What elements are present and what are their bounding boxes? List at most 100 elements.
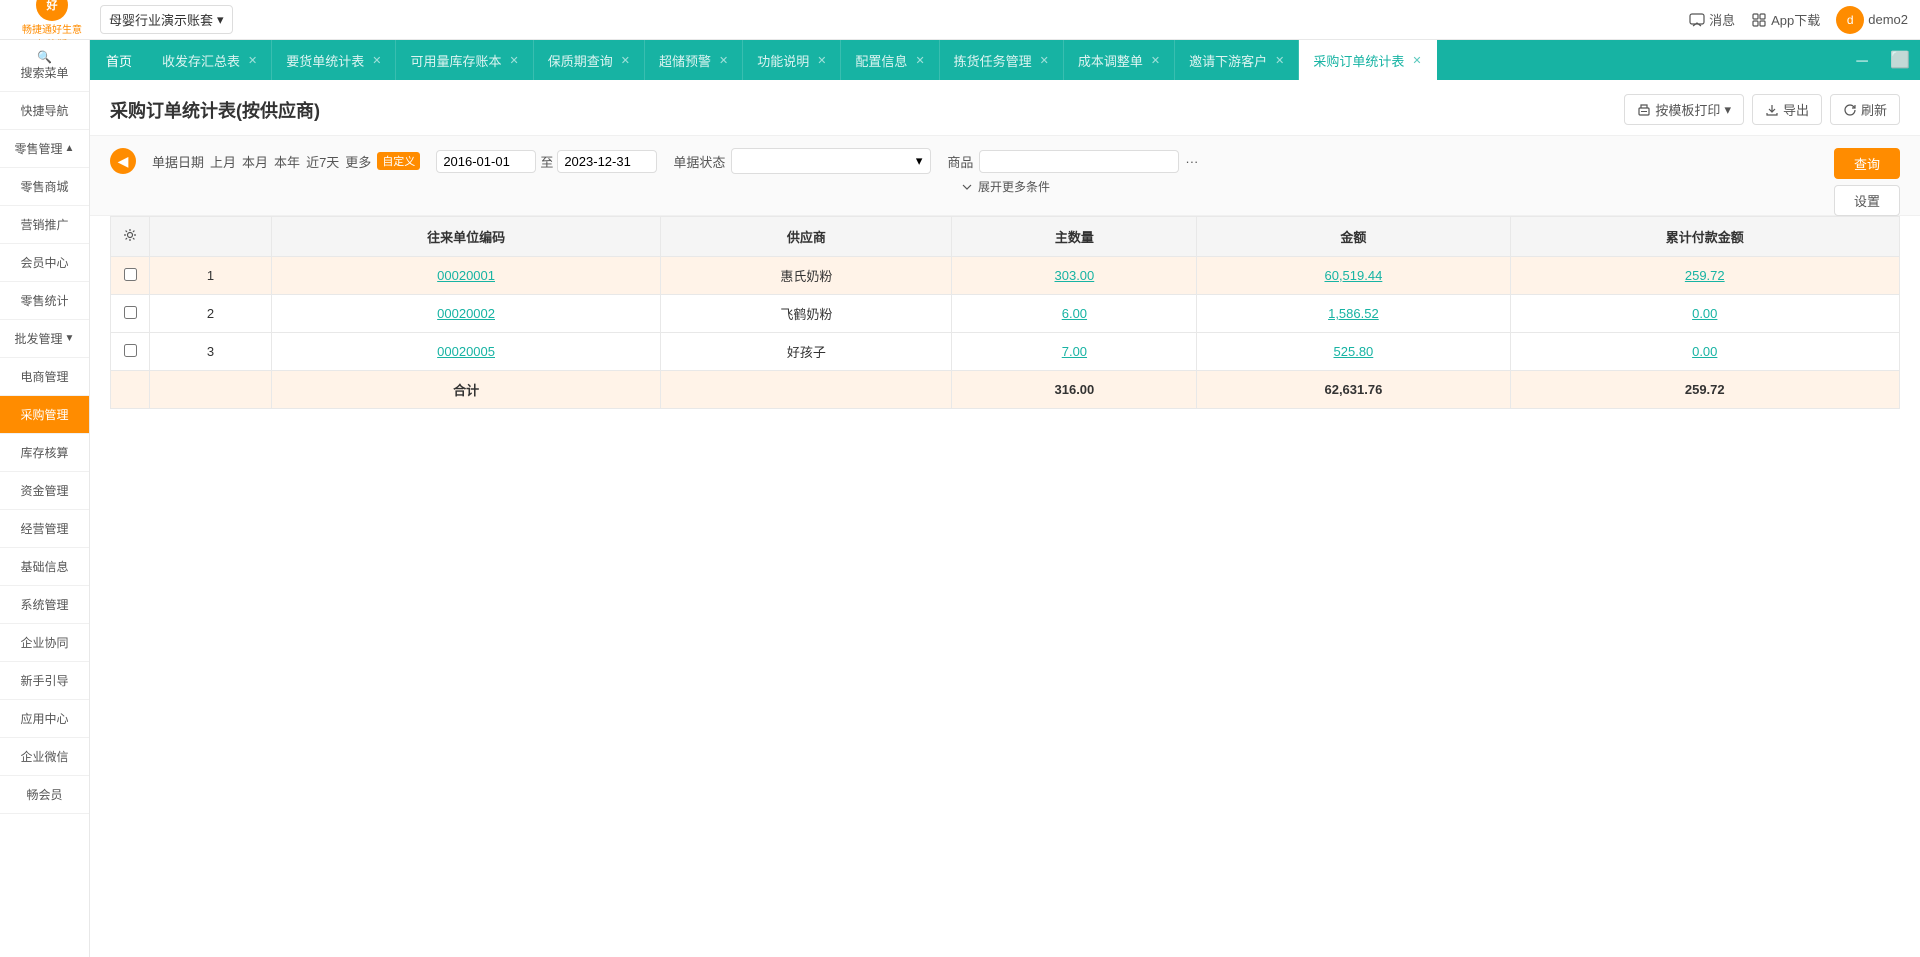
row-paid-amount-3[interactable]: 0.00 bbox=[1510, 333, 1900, 371]
tab-home[interactable]: 首页 bbox=[90, 40, 148, 80]
sidebar-item-system-mgmt[interactable]: 系统管理 bbox=[0, 586, 89, 624]
footer-main-qty: 316.00 bbox=[952, 371, 1197, 409]
sidebar-item-quick-nav[interactable]: 快捷导航 bbox=[0, 92, 89, 130]
sidebar-ops-label: 经营管理 bbox=[20, 522, 68, 536]
sidebar-item-fund-mgmt[interactable]: 资金管理 bbox=[0, 472, 89, 510]
date-from-input[interactable] bbox=[436, 150, 536, 173]
col-supplier-name: 供应商 bbox=[661, 217, 952, 257]
row-no-2: 2 bbox=[150, 295, 272, 333]
tab-purchase-summary[interactable]: 采购订单统计表 ✕ bbox=[1299, 40, 1436, 80]
sidebar-item-inventory-check[interactable]: 库存核算 bbox=[0, 434, 89, 472]
tab-picking-task-close[interactable]: ✕ bbox=[1040, 54, 1049, 67]
tab-available-stock[interactable]: 可用量库存账本 ✕ bbox=[396, 40, 533, 80]
tab-receive-summary[interactable]: 收发存汇总表 ✕ bbox=[148, 40, 272, 80]
goods-input[interactable] bbox=[979, 150, 1179, 173]
date-to-input[interactable] bbox=[557, 150, 657, 173]
row-amount-1[interactable]: 60,519.44 bbox=[1197, 257, 1510, 295]
date-shortcut-this-month[interactable]: 本月 bbox=[242, 152, 268, 171]
footer-row: 合计 316.00 62,631.76 259.72 bbox=[111, 371, 1900, 409]
sidebar-item-search[interactable]: 🔍 搜索菜单 bbox=[0, 40, 89, 92]
query-button[interactable]: 查询 bbox=[1834, 148, 1900, 179]
tab-function-desc[interactable]: 功能说明 ✕ bbox=[743, 40, 841, 80]
refresh-button[interactable]: 刷新 bbox=[1830, 94, 1900, 125]
row-supplier-code-3[interactable]: 00020005 bbox=[271, 333, 660, 371]
tab-config-info-close[interactable]: ✕ bbox=[915, 54, 924, 67]
tab-expiry-query[interactable]: 保质期查询 ✕ bbox=[534, 40, 645, 80]
tab-cost-adjust-close[interactable]: ✕ bbox=[1151, 54, 1160, 67]
col-settings[interactable] bbox=[111, 217, 150, 257]
tab-function-desc-close[interactable]: ✕ bbox=[817, 54, 826, 67]
message-button[interactable]: 消息 bbox=[1689, 10, 1735, 29]
date-shortcut-this-year[interactable]: 本年 bbox=[274, 152, 300, 171]
row-main-qty-3[interactable]: 7.00 bbox=[952, 333, 1197, 371]
filter-collapse-btn[interactable]: ◀ bbox=[110, 148, 136, 174]
row-main-qty-2[interactable]: 6.00 bbox=[952, 295, 1197, 333]
table-body: 1 00020001 惠氏奶粉 303.00 60,519.44 259.72 … bbox=[111, 257, 1900, 371]
row-main-qty-1[interactable]: 303.00 bbox=[952, 257, 1197, 295]
row-checkbox-input-3[interactable] bbox=[124, 344, 137, 357]
sidebar-item-member-center[interactable]: 会员中心 bbox=[0, 244, 89, 282]
table-row: 2 00020002 飞鹤奶粉 6.00 1,586.52 0.00 bbox=[111, 295, 1900, 333]
tab-overstock-warning-close[interactable]: ✕ bbox=[719, 54, 728, 67]
date-shortcut-7days[interactable]: 近7天 bbox=[306, 152, 339, 171]
row-checkbox-2[interactable] bbox=[111, 295, 150, 333]
date-shortcut-prev-month[interactable]: 上月 bbox=[210, 152, 236, 171]
row-amount-3[interactable]: 525.80 bbox=[1197, 333, 1510, 371]
tab-maximize-btn[interactable]: ⬜ bbox=[1880, 40, 1920, 80]
sidebar-item-member[interactable]: 畅会员 bbox=[0, 776, 89, 814]
tab-config-info[interactable]: 配置信息 ✕ bbox=[841, 40, 939, 80]
date-range: 至 bbox=[436, 150, 657, 173]
sidebar-item-enterprise-wechat[interactable]: 企业微信 bbox=[0, 738, 89, 776]
data-table: 往来单位编码 供应商 主数量 金额 累计付款金额 1 0002 bbox=[110, 216, 1900, 409]
sidebar-item-basic-info[interactable]: 基础信息 bbox=[0, 548, 89, 586]
sidebar-item-retail-store[interactable]: 零售商城 bbox=[0, 168, 89, 206]
tab-invite-downstream-close[interactable]: ✕ bbox=[1275, 54, 1284, 67]
sidebar-item-ecommerce-mgmt[interactable]: 电商管理 bbox=[0, 358, 89, 396]
sidebar-item-app-center[interactable]: 应用中心 bbox=[0, 700, 89, 738]
template-dropdown-icon: ▾ bbox=[1724, 102, 1731, 118]
row-paid-amount-1[interactable]: 259.72 bbox=[1510, 257, 1900, 295]
export-button[interactable]: 导出 bbox=[1752, 94, 1822, 125]
template-print-button[interactable]: 按模板打印 ▾ bbox=[1624, 94, 1744, 125]
row-supplier-code-2[interactable]: 00020002 bbox=[271, 295, 660, 333]
tab-available-stock-close[interactable]: ✕ bbox=[510, 54, 519, 67]
row-checkbox-3[interactable] bbox=[111, 333, 150, 371]
tab-overstock-warning[interactable]: 超储预警 ✕ bbox=[645, 40, 743, 80]
workspace-selector[interactable]: 母婴行业演示账套 ▾ bbox=[100, 5, 233, 34]
row-paid-amount-2[interactable]: 0.00 bbox=[1510, 295, 1900, 333]
status-label: 单据状态 bbox=[673, 152, 725, 171]
user-profile[interactable]: d demo2 bbox=[1836, 6, 1908, 34]
row-checkbox-input[interactable] bbox=[124, 268, 137, 281]
tab-purchase-summary-close[interactable]: ✕ bbox=[1412, 54, 1421, 67]
sidebar-retail-stats-label: 零售统计 bbox=[20, 294, 68, 308]
tab-receive-summary-close[interactable]: ✕ bbox=[248, 54, 257, 67]
table-row: 3 00020005 好孩子 7.00 525.80 0.00 bbox=[111, 333, 1900, 371]
tab-receive-summary-label: 收发存汇总表 bbox=[162, 51, 240, 70]
sidebar-item-ops-mgmt[interactable]: 经营管理 bbox=[0, 510, 89, 548]
status-select[interactable]: ▾ bbox=[731, 148, 931, 174]
tab-order-summary-close[interactable]: ✕ bbox=[372, 54, 381, 67]
goods-more-icon[interactable]: ··· bbox=[1185, 154, 1198, 169]
row-checkbox[interactable] bbox=[111, 257, 150, 295]
settings-button[interactable]: 设置 bbox=[1834, 185, 1900, 216]
tab-expiry-query-close[interactable]: ✕ bbox=[621, 54, 630, 67]
sidebar-item-purchase-mgmt[interactable]: 采购管理 bbox=[0, 396, 89, 434]
sidebar-item-marketing[interactable]: 营销推广 bbox=[0, 206, 89, 244]
date-shortcut-more[interactable]: 更多 bbox=[345, 152, 371, 171]
tab-picking-task[interactable]: 拣货任务管理 ✕ bbox=[940, 40, 1064, 80]
expand-more-button[interactable]: 展开更多条件 bbox=[960, 178, 1050, 195]
tab-order-summary[interactable]: 要货单统计表 ✕ bbox=[272, 40, 396, 80]
row-amount-2[interactable]: 1,586.52 bbox=[1197, 295, 1510, 333]
sidebar-item-retail-mgmt[interactable]: 零售管理 ▲ bbox=[0, 130, 89, 168]
sidebar-item-new-guide[interactable]: 新手引导 bbox=[0, 662, 89, 700]
page-area: 采购订单统计表(按供应商) 按模板打印 ▾ 导出 bbox=[90, 80, 1920, 957]
sidebar-item-retail-stats[interactable]: 零售统计 bbox=[0, 282, 89, 320]
sidebar-item-enterprise-collab[interactable]: 企业协同 bbox=[0, 624, 89, 662]
tab-invite-downstream[interactable]: 邀请下游客户 ✕ bbox=[1175, 40, 1299, 80]
tab-minimize-btn[interactable]: － bbox=[1844, 40, 1880, 80]
row-supplier-code-1[interactable]: 00020001 bbox=[271, 257, 660, 295]
app-download-button[interactable]: App下载 bbox=[1751, 10, 1820, 29]
row-checkbox-input-2[interactable] bbox=[124, 306, 137, 319]
sidebar-item-wholesale-mgmt[interactable]: 批发管理 ▼ bbox=[0, 320, 89, 358]
tab-cost-adjust[interactable]: 成本调整单 ✕ bbox=[1064, 40, 1175, 80]
